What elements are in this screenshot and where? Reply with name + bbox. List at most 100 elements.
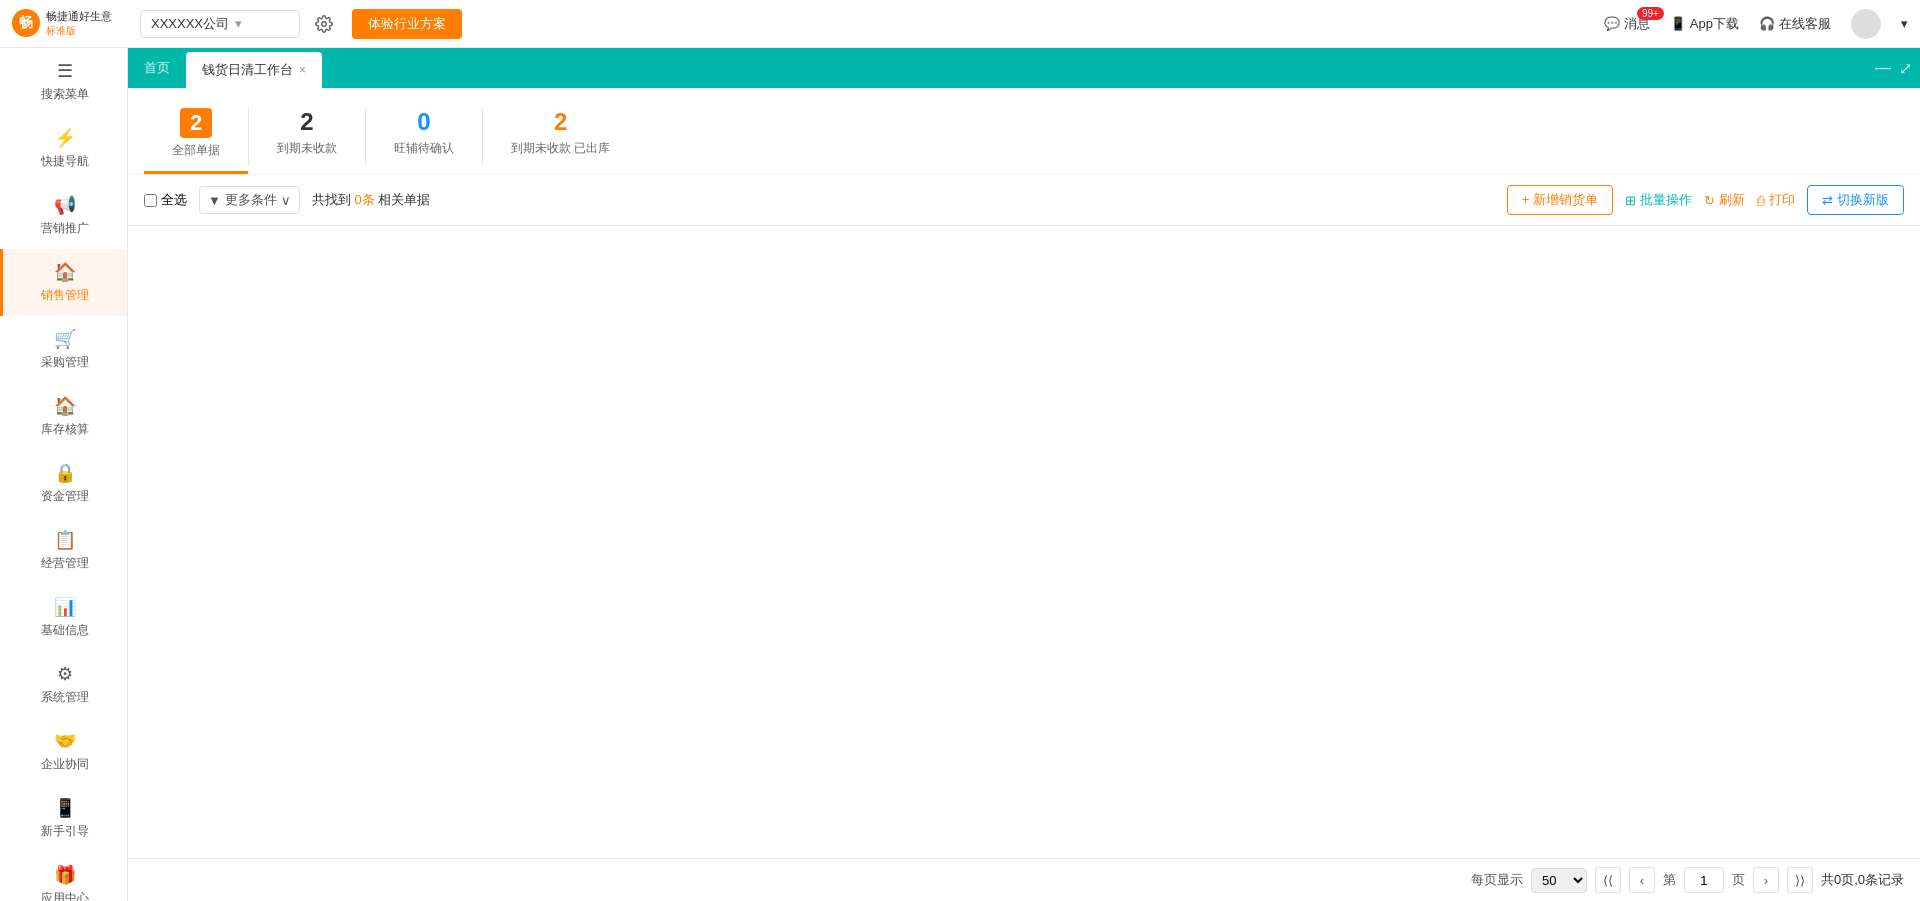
sidebar-label-guide: 新手引导 (41, 823, 89, 840)
new-sales-order-button[interactable]: + 新增销货单 (1507, 185, 1613, 215)
sidebar-item-marketing[interactable]: 📢 营销推广 (0, 182, 127, 249)
current-page-input[interactable] (1684, 867, 1724, 893)
stat-label-wangfu: 旺辅待确认 (394, 140, 454, 157)
filter-button[interactable]: ▼ 更多条件 ∨ (199, 186, 300, 214)
sidebar-label-search-menu: 搜索菜单 (41, 86, 89, 103)
stat-tab-overdue-shipped[interactable]: 2 到期未收款 已出库 (483, 100, 638, 174)
print-icon: ⎙ (1757, 193, 1765, 208)
sidebar-label-basic-info: 基础信息 (41, 622, 89, 639)
user-name-area[interactable]: ▾ (1901, 16, 1908, 31)
table-area (128, 226, 1920, 858)
online-service-label: 在线客服 (1779, 15, 1831, 33)
tab-active-label: 钱货日清工作台 (202, 61, 293, 79)
refresh-button[interactable]: ↻ 刷新 (1704, 191, 1745, 209)
stat-tab-wangfu[interactable]: 0 旺辅待确认 (366, 100, 482, 174)
select-all-label: 全选 (161, 191, 187, 209)
inventory-icon: 🏠 (54, 395, 76, 417)
tab-home[interactable]: 首页 (128, 48, 186, 88)
marketing-icon: 📢 (54, 194, 76, 216)
stat-num-overdue-shipped: 2 (554, 108, 567, 136)
purchase-icon: 🛒 (54, 328, 76, 350)
avatar[interactable] (1851, 9, 1881, 39)
sidebar-label-operation: 经营管理 (41, 555, 89, 572)
sidebar-item-system[interactable]: ⚙ 系统管理 (0, 651, 127, 718)
next-page-button[interactable]: › (1753, 867, 1779, 893)
switch-version-button[interactable]: ⇄ 切换新版 (1807, 185, 1904, 215)
toolbar-right: + 新增销货单 ⊞ 批量操作 ↻ 刷新 ⎙ 打印 ⇄ (1507, 185, 1904, 215)
footer-pagination: 每页显示 50 100 200 ⟨⟨ ‹ 第 页 › ⟩⟩ 共0页,0条记录 (128, 858, 1920, 901)
stat-num-all: 2 (180, 108, 212, 138)
basic-info-icon: 📊 (54, 596, 76, 618)
enterprise-icon: 🤝 (54, 730, 76, 752)
maximize-icon[interactable]: ⤢ (1899, 59, 1912, 78)
filter-label: 更多条件 (225, 191, 277, 209)
sidebar-item-finance[interactable]: 🔒 资金管理 (0, 450, 127, 517)
sidebar-item-inventory[interactable]: 🏠 库存核算 (0, 383, 127, 450)
page-label-2: 页 (1732, 871, 1745, 889)
logo-name: 畅捷通好生意 (46, 9, 112, 23)
sidebar-label-purchase: 采购管理 (41, 354, 89, 371)
sidebar-label-finance: 资金管理 (41, 488, 89, 505)
sidebar-item-basic-info[interactable]: 📊 基础信息 (0, 584, 127, 651)
page-size-select[interactable]: 50 100 200 (1531, 868, 1587, 893)
stat-label-all: 全部单据 (172, 142, 220, 159)
last-page-button[interactable]: ⟩⟩ (1787, 867, 1813, 893)
batch-icon: ⊞ (1625, 193, 1636, 208)
sidebar-label-sales: 销售管理 (41, 287, 89, 304)
logo-icon: 畅 (12, 9, 40, 37)
select-all-checkbox[interactable]: 全选 (144, 191, 187, 209)
logo-area: 畅 畅捷通好生意 标准版 (12, 9, 140, 37)
minimize-icon[interactable]: — (1875, 59, 1891, 77)
search-menu-icon: ☰ (57, 60, 73, 82)
stat-num-overdue: 2 (300, 108, 313, 136)
sidebar-item-enterprise[interactable]: 🤝 企业协同 (0, 718, 127, 785)
company-selector[interactable]: XXXXXX公司 ▾ (140, 10, 300, 38)
sidebar-label-inventory: 库存核算 (41, 421, 89, 438)
batch-operation-button[interactable]: ⊞ 批量操作 (1625, 191, 1692, 209)
sidebar-label-quick-nav: 快捷导航 (41, 153, 89, 170)
stat-label-overdue: 到期未收款 (277, 140, 337, 157)
sidebar-item-operation[interactable]: 📋 经营管理 (0, 517, 127, 584)
sidebar-item-quick-nav[interactable]: ⚡ 快捷导航 (0, 115, 127, 182)
logo-text: 畅捷通好生意 标准版 (46, 9, 112, 37)
per-page-label: 每页显示 (1471, 871, 1523, 889)
finance-icon: 🔒 (54, 462, 76, 484)
found-text: 共找到 0条 相关单据 (312, 191, 430, 209)
close-tab-icon[interactable]: × (299, 63, 306, 77)
sidebar-item-search-menu[interactable]: ☰ 搜索菜单 (0, 48, 127, 115)
sidebar-item-sales[interactable]: 🏠 销售管理 (0, 249, 127, 316)
sidebar: ☰ 搜索菜单 ⚡ 快捷导航 📢 营销推广 🏠 销售管理 🛒 采购管理 🏠 库存核… (0, 48, 128, 901)
chevron-down-icon-user: ▾ (1901, 16, 1908, 31)
app-download-button[interactable]: 📱 App下载 (1670, 15, 1739, 33)
tab-bar: 首页 钱货日清工作台 × — ⤢ (128, 48, 1920, 88)
switch-icon: ⇄ (1822, 193, 1833, 208)
found-count: 0条 (355, 192, 375, 207)
chevron-down-icon: ▾ (235, 16, 242, 31)
stat-tab-overdue[interactable]: 2 到期未收款 (249, 100, 365, 174)
first-page-button[interactable]: ⟨⟨ (1595, 867, 1621, 893)
batch-label: 批量操作 (1640, 191, 1692, 209)
logo-version: 标准版 (46, 24, 112, 38)
settings-button[interactable] (308, 8, 340, 40)
prev-page-button[interactable]: ‹ (1629, 867, 1655, 893)
chevron-down-filter-icon: ∨ (281, 193, 291, 208)
sidebar-item-guide[interactable]: 📱 新手引导 (0, 785, 127, 852)
message-button[interactable]: 💬 消息 99+ (1604, 15, 1650, 33)
content-area: 首页 钱货日清工作台 × — ⤢ 2 全部单据 (128, 48, 1920, 901)
mobile-icon: 📱 (1670, 16, 1686, 31)
online-service-button[interactable]: 🎧 在线客服 (1759, 15, 1831, 33)
stat-tab-all[interactable]: 2 全部单据 (144, 100, 248, 174)
refresh-label: 刷新 (1719, 191, 1745, 209)
tab-active[interactable]: 钱货日清工作台 × (186, 52, 322, 88)
quick-nav-icon: ⚡ (54, 127, 76, 149)
select-all-input[interactable] (144, 194, 157, 207)
print-label: 打印 (1769, 191, 1795, 209)
stat-num-wangfu: 0 (417, 108, 430, 136)
sidebar-item-app-center[interactable]: 🎁 应用中心 (0, 852, 127, 901)
experience-button[interactable]: 体验行业方案 (352, 9, 462, 39)
message-icon: 💬 (1604, 16, 1620, 31)
sidebar-item-purchase[interactable]: 🛒 采购管理 (0, 316, 127, 383)
service-icon: 🎧 (1759, 16, 1775, 31)
toolbar-left: 全选 ▼ 更多条件 ∨ 共找到 0条 相关单据 (144, 186, 430, 214)
print-button[interactable]: ⎙ 打印 (1757, 191, 1795, 209)
